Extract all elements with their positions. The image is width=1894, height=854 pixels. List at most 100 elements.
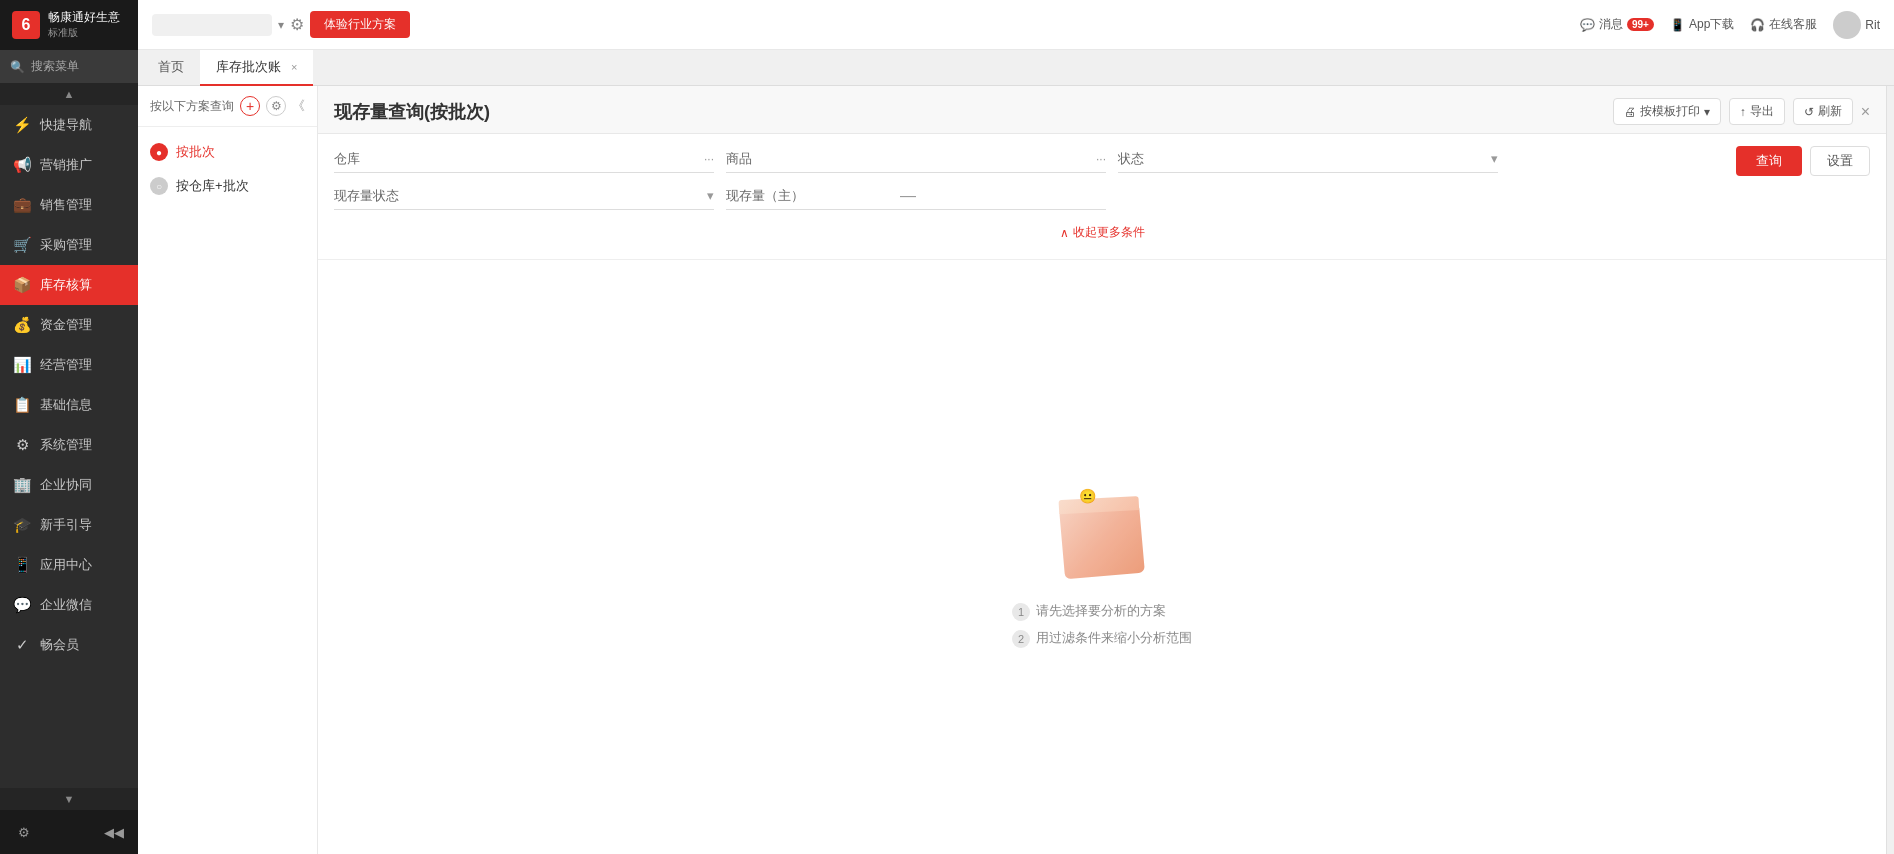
inventory-label: 库存核算: [40, 276, 92, 294]
warehouse-label: 仓库: [334, 150, 384, 168]
filter-item-batch[interactable]: ● 按批次: [138, 135, 317, 169]
close-panel-btn[interactable]: ×: [1861, 103, 1870, 121]
sidebar-item-member[interactable]: ✓ 畅会员: [0, 625, 138, 665]
page-title: 现存量查询(按批次): [334, 100, 490, 124]
user-name-label: Rit: [1865, 18, 1880, 32]
sidebar-item-finance[interactable]: 💰 资金管理: [0, 305, 138, 345]
empty-text: 1 请先选择要分析的方案 2 用过滤条件来缩小分析范围: [1012, 602, 1192, 648]
refresh-btn[interactable]: ↺ 刷新: [1793, 98, 1853, 125]
sidebar-item-enterprise[interactable]: 🏢 企业协同: [0, 465, 138, 505]
status-field: 状态 ▾: [1118, 150, 1498, 173]
product-input[interactable]: [776, 149, 1096, 168]
member-icon: ✓: [12, 635, 32, 655]
sidebar-item-sales[interactable]: 💼 销售管理: [0, 185, 138, 225]
filter-collapse-btn[interactable]: 《: [292, 97, 305, 115]
sidebar-item-purchase[interactable]: 🛒 采购管理: [0, 225, 138, 265]
operations-label: 经营管理: [40, 356, 92, 374]
footer-settings-icon[interactable]: ⚙: [10, 818, 38, 846]
print-dropdown-icon: ▾: [1704, 105, 1710, 119]
footer-collapse-icon[interactable]: ◀◀: [100, 818, 128, 846]
app-download-icon: 📱: [1670, 18, 1685, 32]
tab-inventory-batch[interactable]: 库存批次账 ×: [200, 50, 313, 86]
online-service-label: 在线客服: [1769, 16, 1817, 33]
sidebar-item-system[interactable]: ⚙ 系统管理: [0, 425, 138, 465]
status-label: 状态: [1118, 150, 1144, 168]
search-menu[interactable]: 🔍 搜索菜单: [0, 50, 138, 83]
shortcuts-icon: ⚡: [12, 115, 32, 135]
refresh-btn-label: 刷新: [1818, 103, 1842, 120]
scroll-down-btn[interactable]: ▼: [0, 788, 138, 810]
sidebar-header: 6 畅康通好生意 标准版: [0, 0, 138, 50]
sales-label: 销售管理: [40, 196, 92, 214]
print-btn[interactable]: 🖨 按模板打印 ▾: [1613, 98, 1721, 125]
search-row-1: 仓库 ··· 商品 ··· 状态 ▾: [334, 146, 1870, 176]
filter-sidebar: 按以下方案查询 + ⚙ 《 ● 按批次 ○ 按仓库+批次: [138, 86, 318, 854]
filter-header: 按以下方案查询 + ⚙ 《: [138, 86, 317, 127]
collapse-icon: ∧: [1060, 226, 1069, 240]
sidebar-item-marketing[interactable]: 📢 营销推广: [0, 145, 138, 185]
messages-badge: 99+: [1627, 18, 1654, 31]
right-scrollbar: [1886, 86, 1894, 854]
empty-state: 😐 1 请先选择要分析的方案 2 用过滤条件来缩小分析范围: [318, 260, 1886, 854]
sidebar: 6 畅康通好生意 标准版 🔍 搜索菜单 ▲ ⚡ 快捷导航 📢 营销推广 💼 销售…: [0, 0, 138, 854]
stock-status-dropdown[interactable]: ▾: [407, 188, 714, 203]
sidebar-item-operations[interactable]: 📊 经营管理: [0, 345, 138, 385]
warehouse-more-btn[interactable]: ···: [704, 152, 714, 166]
apps-label: 应用中心: [40, 556, 92, 574]
page-container: 按以下方案查询 + ⚙ 《 ● 按批次 ○ 按仓库+批次: [138, 86, 1894, 854]
messages-btn[interactable]: 💬 消息 99+: [1580, 16, 1654, 33]
hint-2-label: 用过滤条件来缩小分析范围: [1036, 629, 1192, 647]
tab-close-btn[interactable]: ×: [291, 61, 297, 73]
export-btn-label: 导出: [1750, 103, 1774, 120]
sidebar-item-wechat[interactable]: 💬 企业微信: [0, 585, 138, 625]
tab-inventory-batch-label: 库存批次账: [216, 58, 281, 76]
system-label: 系统管理: [40, 436, 92, 454]
filter-item-warehouse-batch[interactable]: ○ 按仓库+批次: [138, 169, 317, 203]
query-btn[interactable]: 查询: [1736, 146, 1802, 176]
app-title-area: 畅康通好生意 标准版: [48, 10, 120, 40]
finance-icon: 💰: [12, 315, 32, 335]
online-service-btn[interactable]: 🎧 在线客服: [1750, 16, 1817, 33]
hint-num-1: 1: [1012, 603, 1030, 621]
trial-btn[interactable]: 体验行业方案: [310, 11, 410, 38]
sidebar-item-basic[interactable]: 📋 基础信息: [0, 385, 138, 425]
breadcrumb-area: ▾ ⚙ 体验行业方案: [152, 11, 1570, 38]
empty-box: [1059, 503, 1145, 580]
collapse-more-btn[interactable]: ∧ 收起更多条件: [334, 218, 1870, 247]
tab-home[interactable]: 首页: [142, 50, 200, 86]
sidebar-item-apps[interactable]: 📱 应用中心: [0, 545, 138, 585]
app-name: 畅康通好生意: [48, 10, 120, 26]
export-btn[interactable]: ↑ 导出: [1729, 98, 1785, 125]
status-dropdown-icon: ▾: [1491, 151, 1498, 166]
refresh-icon: ↺: [1804, 105, 1814, 119]
filter-header-actions: + ⚙ 《: [240, 96, 305, 116]
app-download-btn[interactable]: 📱 App下载: [1670, 16, 1734, 33]
sidebar-item-inventory[interactable]: 📦 库存核算: [0, 265, 138, 305]
stock-max-input[interactable]: [924, 186, 1004, 205]
filter-item-icon-active: ●: [150, 143, 168, 161]
sidebar-nav: ⚡ 快捷导航 📢 营销推广 💼 销售管理 🛒 采购管理 📦 库存核算 💰 资金管…: [0, 105, 138, 788]
user-profile-btn[interactable]: Rit: [1833, 11, 1880, 39]
nav-dropdown-btn[interactable]: ▾: [278, 18, 284, 32]
filter-add-btn[interactable]: +: [240, 96, 260, 116]
sidebar-item-shortcuts[interactable]: ⚡ 快捷导航: [0, 105, 138, 145]
warehouse-input[interactable]: [384, 149, 704, 168]
basic-label: 基础信息: [40, 396, 92, 414]
main-area: ▾ ⚙ 体验行业方案 💬 消息 99+ 📱 App下载 🎧 在线客服 Rit: [138, 0, 1894, 854]
scroll-up-btn[interactable]: ▲: [0, 83, 138, 105]
product-more-btn[interactable]: ···: [1096, 152, 1106, 166]
topbar-gear-icon[interactable]: ⚙: [290, 15, 304, 34]
sidebar-item-guide[interactable]: 🎓 新手引导: [0, 505, 138, 545]
nav-search-input[interactable]: [152, 14, 272, 36]
finance-label: 资金管理: [40, 316, 92, 334]
filter-settings-btn[interactable]: ⚙: [266, 96, 286, 116]
range-dash: —: [900, 187, 916, 205]
status-dropdown[interactable]: ▾: [1152, 151, 1498, 166]
stock-min-input[interactable]: [812, 186, 892, 205]
topbar: ▾ ⚙ 体验行业方案 💬 消息 99+ 📱 App下载 🎧 在线客服 Rit: [138, 0, 1894, 50]
stock-status-dropdown-icon: ▾: [707, 188, 714, 203]
export-icon: ↑: [1740, 105, 1746, 119]
column-settings-btn[interactable]: 设置: [1810, 146, 1870, 176]
operations-icon: 📊: [12, 355, 32, 375]
marketing-label: 营销推广: [40, 156, 92, 174]
